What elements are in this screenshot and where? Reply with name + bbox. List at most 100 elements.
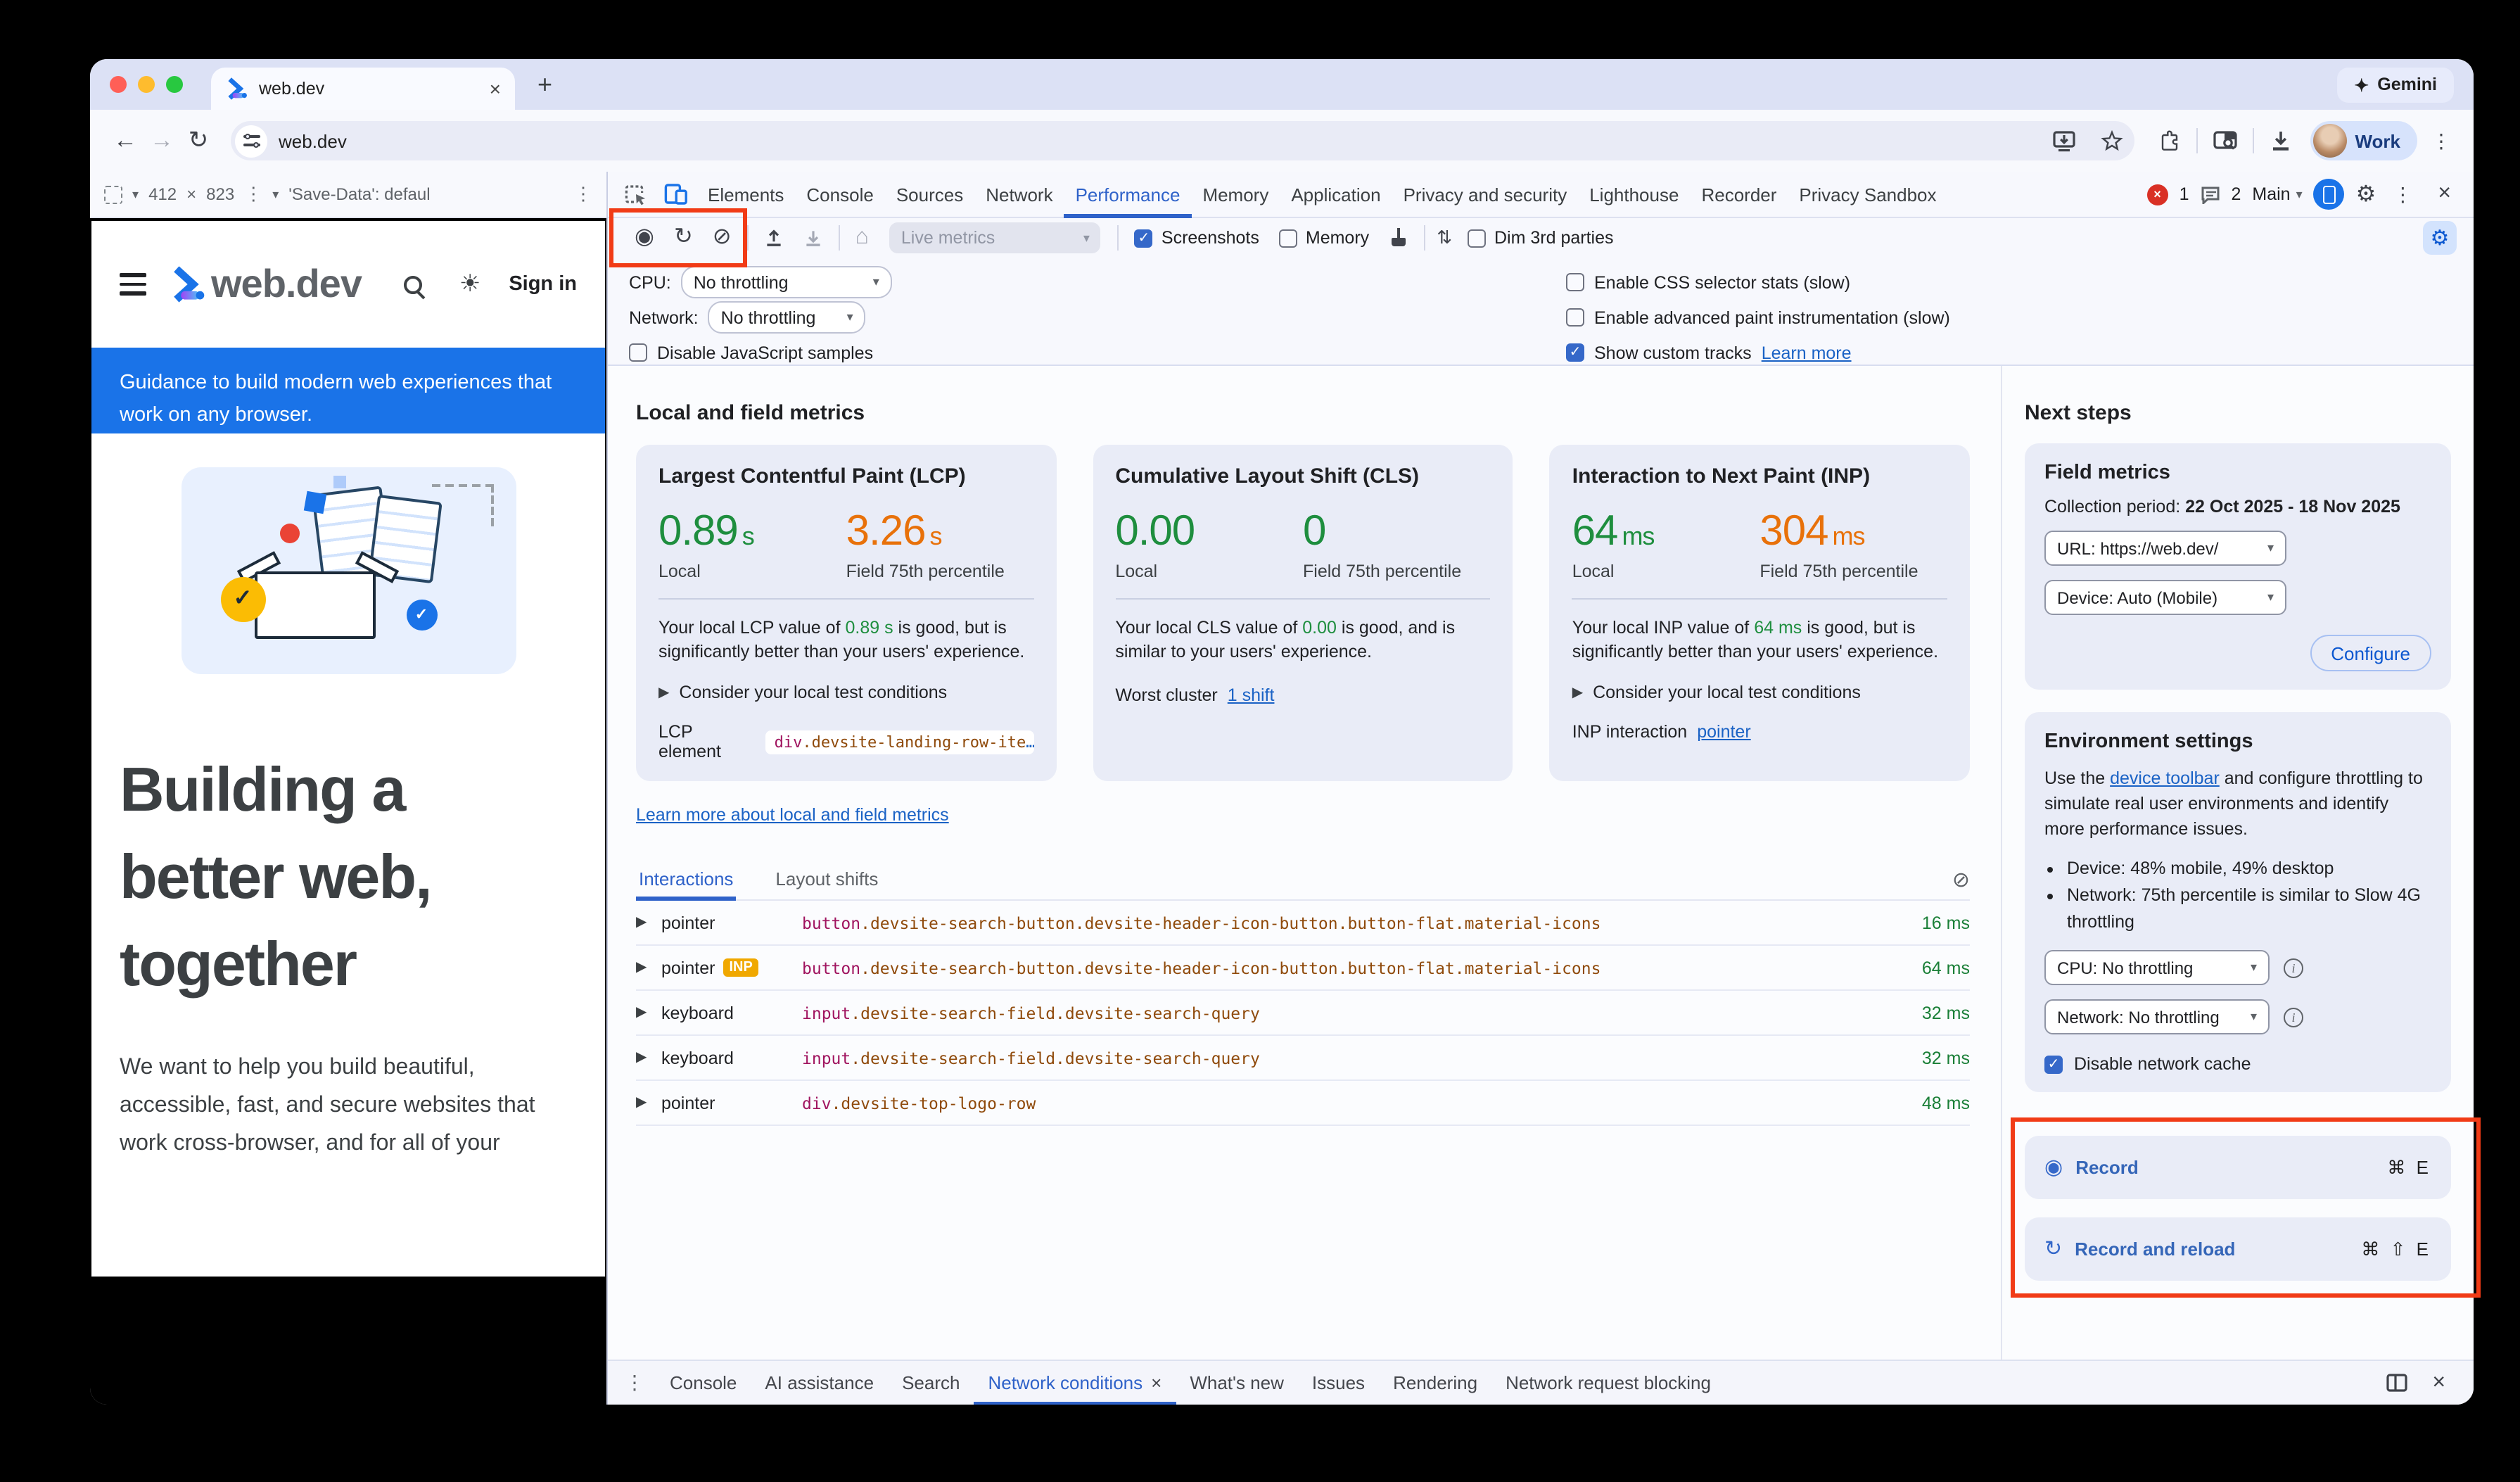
theme-toggle-icon[interactable]: ☀ <box>459 270 481 298</box>
env-cpu-select[interactable]: CPU: No throttling▾ <box>2044 950 2270 985</box>
device-toolbar-link[interactable]: device toolbar <box>2110 768 2220 788</box>
memory-checkbox[interactable]: Memory <box>1279 228 1369 248</box>
tab-application[interactable]: Application <box>1280 171 1392 217</box>
devtools-menu-icon[interactable]: ⋮ <box>2393 182 2412 206</box>
search-tabs-icon[interactable] <box>2213 130 2236 151</box>
new-tab-button[interactable]: + <box>537 70 552 99</box>
error-count[interactable]: 1 <box>2179 184 2189 204</box>
error-badge-icon[interactable]: × <box>2147 184 2168 205</box>
drawer-menu-icon[interactable]: ⋮ <box>625 1371 644 1395</box>
checkbox-icon[interactable] <box>1279 229 1297 247</box>
field-url-select[interactable]: URL: https://web.dev/▾ <box>2044 531 2286 566</box>
env-network-select[interactable]: Network: No throttling▾ <box>2044 999 2270 1034</box>
checkbox-icon[interactable] <box>629 343 647 362</box>
drawer-tab-rendering[interactable]: Rendering <box>1379 1360 1491 1405</box>
back-button[interactable]: ← <box>107 127 144 155</box>
network-throttling-select[interactable]: No throttling▾ <box>708 301 866 334</box>
chevron-down-icon[interactable]: ▾ <box>272 186 279 202</box>
configure-button[interactable]: Configure <box>2310 635 2431 671</box>
address-bar[interactable]: web.dev <box>231 121 2134 160</box>
css-selector-stats-label[interactable]: Enable CSS selector stats (slow) <box>1594 272 1850 292</box>
window-controls[interactable] <box>110 76 183 93</box>
drawer-close-icon[interactable]: × <box>2424 1370 2454 1395</box>
show-custom-tracks-label[interactable]: Show custom tracks <box>1594 343 1752 362</box>
table-row[interactable]: ▶ pointerINP button.devsite-search-butto… <box>636 946 1970 991</box>
viewport-width[interactable]: 412 <box>148 184 177 204</box>
checkbox-checked-icon[interactable]: ✓ <box>1566 343 1584 362</box>
issues-bubble-icon[interactable] <box>2200 185 2220 203</box>
tab-network[interactable]: Network <box>974 171 1064 217</box>
expand-triangle-icon[interactable]: ▶ <box>636 960 661 975</box>
zoom-window-button[interactable] <box>166 76 183 93</box>
hamburger-menu-icon[interactable] <box>120 274 146 296</box>
dimensions-icon[interactable] <box>104 185 122 203</box>
device-toolbar-menu-icon[interactable]: ⋮ <box>574 183 592 205</box>
close-icon[interactable]: × <box>1151 1372 1162 1393</box>
webdev-logo[interactable]: web.dev <box>169 262 362 307</box>
tab-console[interactable]: Console <box>795 171 884 217</box>
downloads-icon[interactable] <box>2269 129 2291 152</box>
disable-js-samples-label[interactable]: Disable JavaScript samples <box>657 343 873 362</box>
install-app-icon[interactable] <box>2052 130 2075 151</box>
checkbox-checked-icon[interactable]: ✓ <box>2044 1055 2063 1073</box>
learn-more-metrics-link[interactable]: Learn more about local and field metrics <box>636 805 949 825</box>
worst-cluster-link[interactable]: 1 shift <box>1228 685 1275 705</box>
collect-garbage-icon[interactable] <box>1389 228 1408 248</box>
checkbox-checked-icon[interactable]: ✓ <box>1135 229 1153 247</box>
screenshots-checkbox[interactable]: ✓ Screenshots <box>1135 228 1259 248</box>
devtools-close-icon[interactable]: × <box>2429 182 2459 207</box>
table-row[interactable]: ▶ keyboard input.devsite-search-field.de… <box>636 991 1970 1036</box>
expand-triangle-icon[interactable]: ▶ <box>636 915 661 930</box>
inp-consider-conditions[interactable]: ▶ Consider your local test conditions <box>1572 683 1947 702</box>
profile-chip[interactable]: Work <box>2310 121 2417 160</box>
expand-triangle-icon[interactable]: ▶ <box>636 1095 661 1110</box>
inp-interaction-link[interactable]: pointer <box>1697 722 1750 742</box>
issue-count[interactable]: 2 <box>2231 184 2241 204</box>
close-window-button[interactable] <box>110 76 127 93</box>
browser-menu-icon[interactable]: ⋮ <box>2431 129 2451 153</box>
tab-privacy-security[interactable]: Privacy and security <box>1392 171 1579 217</box>
site-settings-icon[interactable] <box>235 125 267 157</box>
cpu-throttling-select[interactable]: No throttling▾ <box>681 266 892 298</box>
expand-triangle-icon[interactable]: ▶ <box>1572 685 1583 700</box>
chevron-down-icon[interactable]: ▾ <box>132 186 139 202</box>
info-icon[interactable]: i <box>2284 958 2303 977</box>
tab-recorder[interactable]: Recorder <box>1690 171 1788 217</box>
reload-button[interactable]: ↻ <box>180 127 217 155</box>
drawer-tab-network-conditions[interactable]: Network conditions × <box>974 1360 1176 1405</box>
expand-triangle-icon[interactable]: ▶ <box>658 685 669 700</box>
checkbox-icon[interactable] <box>1566 308 1584 327</box>
table-row[interactable]: ▶ pointer button.devsite-search-button.d… <box>636 901 1970 946</box>
drawer-tab-ai-assistance[interactable]: AI assistance <box>751 1360 888 1405</box>
table-row[interactable]: ▶ pointer div.devsite-top-logo-row 48 ms <box>636 1081 1970 1126</box>
learn-more-link[interactable]: Learn more <box>1762 343 1852 362</box>
table-row[interactable]: ▶ keyboard input.devsite-search-field.de… <box>636 1036 1970 1081</box>
device-toolbar-toggle-icon[interactable] <box>664 183 688 205</box>
forward-button[interactable]: → <box>144 127 180 155</box>
checkbox-icon[interactable] <box>1468 229 1486 247</box>
tab-lighthouse[interactable]: Lighthouse <box>1578 171 1690 217</box>
viewport-height[interactable]: 823 <box>206 184 234 204</box>
tab-close-icon[interactable]: × <box>490 79 501 99</box>
load-profile-icon[interactable] <box>803 228 823 248</box>
tab-performance[interactable]: Performance <box>1064 171 1192 217</box>
drawer-tab-issues[interactable]: Issues <box>1298 1360 1379 1405</box>
context-selector[interactable]: Main▾ <box>2252 184 2302 204</box>
extensions-icon[interactable] <box>2158 129 2180 152</box>
zoom-menu-icon[interactable]: ⋮ <box>244 183 262 205</box>
tab-interactions[interactable]: Interactions <box>636 858 736 900</box>
url-text[interactable]: web.dev <box>279 130 347 151</box>
disable-network-cache-checkbox[interactable]: ✓ Disable network cache <box>2044 1054 2431 1074</box>
lcp-element-link[interactable]: div.devsite-landing-row-ite… <box>766 730 1034 754</box>
minimize-window-button[interactable] <box>138 76 155 93</box>
save-profile-icon[interactable] <box>764 228 784 248</box>
expand-triangle-icon[interactable]: ▶ <box>636 1005 661 1020</box>
tab-sources[interactable]: Sources <box>885 171 974 217</box>
capture-settings-gear-icon[interactable]: ⚙ <box>2423 221 2457 255</box>
checkbox-icon[interactable] <box>1566 273 1584 291</box>
split-panel-icon[interactable] <box>2386 1374 2407 1392</box>
bookmark-star-icon[interactable] <box>2100 129 2123 152</box>
home-icon[interactable]: ⌂ <box>855 227 869 249</box>
tab-layout-shifts[interactable]: Layout shifts <box>772 858 881 900</box>
drawer-tab-console[interactable]: Console <box>656 1360 751 1405</box>
